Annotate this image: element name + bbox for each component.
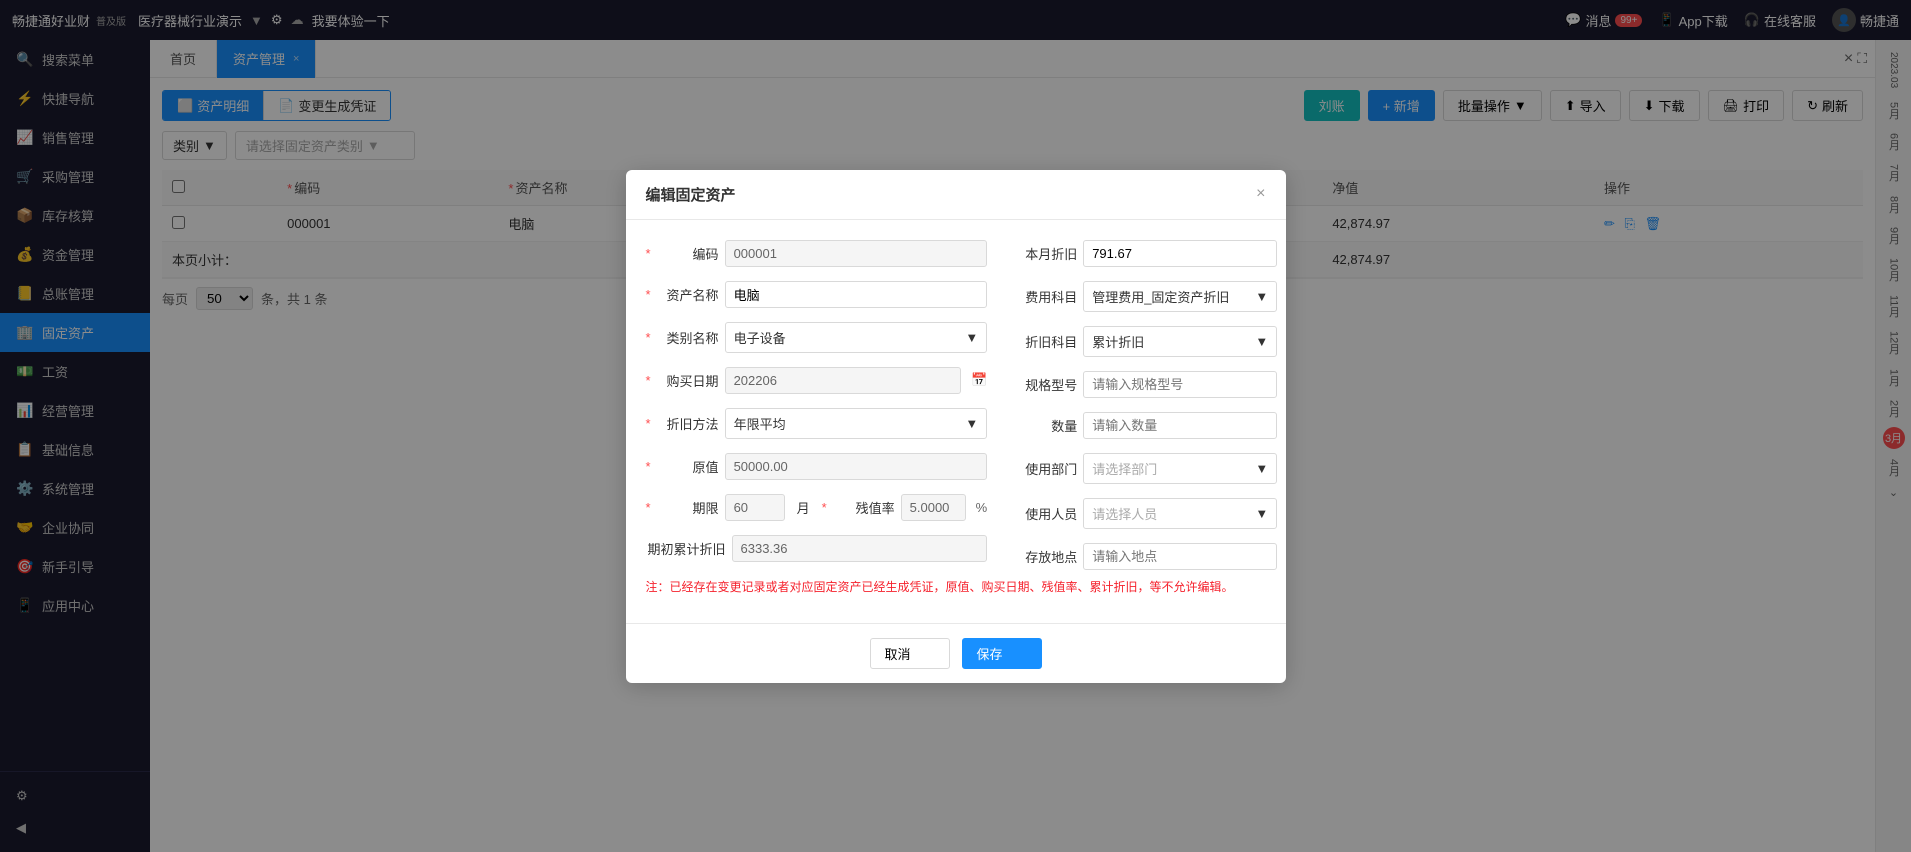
- cancel-label: 取消: [885, 644, 911, 663]
- field-original-value: * 原值: [646, 453, 988, 480]
- use-dept-placeholder: 请选择部门: [1092, 459, 1157, 478]
- use-person-arrow: ▼: [1255, 506, 1268, 521]
- asset-name-label: 资产名称: [659, 285, 719, 304]
- modal-header: 编辑固定资产 ×: [626, 170, 1286, 220]
- depreciation-method-select[interactable]: 年限平均 ▼: [725, 408, 988, 439]
- quantity-label: 数量: [1007, 416, 1077, 435]
- edit-asset-modal: 编辑固定资产 × * 编码 * 资产名称: [626, 170, 1286, 683]
- modal-body: * 编码 * 资产名称 * 类别名称 电子设备 ▼: [626, 220, 1286, 623]
- depreciation-account-value: 累计折旧: [1092, 332, 1144, 351]
- initial-accumulated-label: 期初累计折旧: [646, 539, 726, 558]
- depreciation-method-value: 年限平均: [734, 414, 786, 433]
- field-use-dept: 使用部门 请选择部门 ▼: [1007, 453, 1277, 484]
- residual-rate-label: 残值率: [835, 498, 895, 517]
- right-col: 本月折旧 费用科目 管理费用_固定资产折旧 ▼ 折旧科目 累计折旧: [1007, 240, 1277, 570]
- use-dept-select[interactable]: 请选择部门 ▼: [1083, 453, 1277, 484]
- monthly-depreciation-input[interactable]: [1083, 240, 1277, 267]
- expense-account-select[interactable]: 管理费用_固定资产折旧 ▼: [1083, 281, 1277, 312]
- quantity-input[interactable]: [1083, 412, 1277, 439]
- storage-input[interactable]: [1083, 543, 1277, 570]
- save-btn[interactable]: 保存: [962, 638, 1042, 669]
- period-input[interactable]: [725, 494, 785, 521]
- field-monthly-depreciation: 本月折旧: [1007, 240, 1277, 267]
- field-initial-accumulated: 期初累计折旧: [646, 535, 988, 562]
- use-dept-label: 使用部门: [1007, 459, 1077, 478]
- field-code: * 编码: [646, 240, 988, 267]
- spec-model-input[interactable]: [1083, 371, 1277, 398]
- field-storage: 存放地点: [1007, 543, 1277, 570]
- category-field-label: 类别名称: [659, 328, 719, 347]
- depreciation-account-label: 折旧科目: [1007, 332, 1077, 351]
- save-label: 保存: [977, 644, 1003, 663]
- form-grid: * 编码 * 资产名称 * 类别名称 电子设备 ▼: [646, 240, 1266, 570]
- expense-account-label: 费用科目: [1007, 287, 1077, 306]
- left-col: * 编码 * 资产名称 * 类别名称 电子设备 ▼: [646, 240, 988, 570]
- cancel-btn[interactable]: 取消: [870, 638, 950, 669]
- monthly-depreciation-label: 本月折旧: [1007, 244, 1077, 263]
- calendar-icon[interactable]: 📅: [971, 372, 987, 388]
- asset-name-input[interactable]: [725, 281, 988, 308]
- period-label: 期限: [659, 498, 719, 517]
- storage-label: 存放地点: [1007, 547, 1077, 566]
- code-input[interactable]: [725, 240, 988, 267]
- category-select-value: 电子设备: [734, 328, 786, 347]
- field-asset-name: * 资产名称: [646, 281, 988, 308]
- modal-close-btn[interactable]: ×: [1256, 185, 1265, 203]
- depreciation-account-arrow: ▼: [1255, 334, 1268, 349]
- expense-account-arrow: ▼: [1255, 289, 1268, 304]
- field-depreciation-account: 折旧科目 累计折旧 ▼: [1007, 326, 1277, 357]
- purchase-date-input[interactable]: [725, 367, 961, 394]
- modal-footer: 取消 保存: [626, 623, 1286, 683]
- field-spec-model: 规格型号: [1007, 371, 1277, 398]
- use-person-label: 使用人员: [1007, 504, 1077, 523]
- modal-overlay: 编辑固定资产 × * 编码 * 资产名称: [0, 0, 1911, 852]
- residual-rate-unit: %: [976, 500, 988, 515]
- original-value-label: 原值: [659, 457, 719, 476]
- use-person-select[interactable]: 请选择人员 ▼: [1083, 498, 1277, 529]
- expense-account-value: 管理费用_固定资产折旧: [1092, 287, 1229, 306]
- code-label: 编码: [659, 244, 719, 263]
- original-value-input[interactable]: [725, 453, 988, 480]
- field-period: * 期限 月 * 残值率 %: [646, 494, 988, 521]
- purchase-date-label: 购买日期: [659, 371, 719, 390]
- depreciation-account-select[interactable]: 累计折旧 ▼: [1083, 326, 1277, 357]
- field-purchase-date: * 购买日期 📅: [646, 367, 988, 394]
- field-depreciation-method: * 折旧方法 年限平均 ▼: [646, 408, 988, 439]
- depreciation-method-label: 折旧方法: [659, 414, 719, 433]
- modal-title: 编辑固定资产: [646, 184, 736, 205]
- residual-rate-input[interactable]: [901, 494, 966, 521]
- field-category: * 类别名称 电子设备 ▼: [646, 322, 988, 353]
- field-quantity: 数量: [1007, 412, 1277, 439]
- depreciation-method-arrow: ▼: [965, 416, 978, 431]
- modal-note: 注：已经存在变更记录或者对应固定资产已经生成凭证，原值、购买日期、残值率、累计折…: [646, 570, 1266, 603]
- category-select-arrow: ▼: [965, 330, 978, 345]
- category-select[interactable]: 电子设备 ▼: [725, 322, 988, 353]
- field-expense-account: 费用科目 管理费用_固定资产折旧 ▼: [1007, 281, 1277, 312]
- period-unit: 月: [797, 498, 810, 517]
- initial-accumulated-input[interactable]: [732, 535, 988, 562]
- use-dept-arrow: ▼: [1255, 461, 1268, 476]
- field-use-person: 使用人员 请选择人员 ▼: [1007, 498, 1277, 529]
- spec-model-label: 规格型号: [1007, 375, 1077, 394]
- use-person-placeholder: 请选择人员: [1092, 504, 1157, 523]
- modal-note-text: 注：已经存在变更记录或者对应固定资产已经生成凭证，原值、购买日期、残值率、累计折…: [646, 580, 1234, 594]
